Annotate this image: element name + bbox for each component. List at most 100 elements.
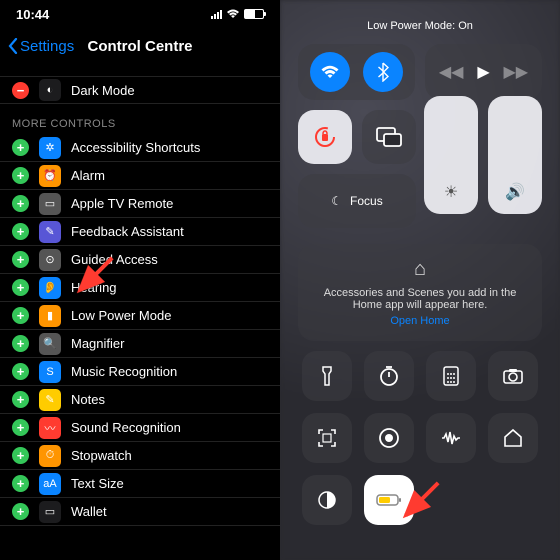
battery-icon: [244, 9, 264, 19]
more-row[interactable]: + ▭ Apple TV Remote: [0, 190, 280, 218]
row-label: Text Size: [71, 476, 124, 491]
home-link[interactable]: Open Home: [314, 315, 526, 327]
screen-record-tile[interactable]: [364, 413, 414, 463]
status-time: 10:44: [16, 7, 49, 22]
chevron-left-icon: [8, 38, 18, 54]
more-row[interactable]: + ⏱ Stopwatch: [0, 442, 280, 470]
wifi-icon: [226, 9, 240, 19]
more-controls-list: + ✲ Accessibility Shortcuts + ⏰ Alarm + ▭ Apple …: [0, 134, 280, 526]
sound-recognition-tile[interactable]: [426, 413, 476, 463]
app-icon: 🔍: [39, 333, 61, 355]
more-row[interactable]: + ▭ Wallet: [0, 498, 280, 526]
app-icon: ✲: [39, 137, 61, 159]
signal-icon: [211, 10, 222, 19]
row-label: Magnifier: [71, 336, 124, 351]
rewind-icon[interactable]: ◀◀: [439, 62, 464, 82]
more-row[interactable]: + ✎ Notes: [0, 386, 280, 414]
timer-tile[interactable]: [364, 351, 414, 401]
more-row[interactable]: + ⏰ Alarm: [0, 162, 280, 190]
home-msg: Accessories and Scenes you add in the Ho…: [314, 287, 526, 311]
add-icon[interactable]: +: [12, 447, 29, 464]
app-icon: ⊙: [39, 249, 61, 271]
control-centre-panel: Low Power Mode: On ◀◀ ▶ ▶▶ ☀ 🔊 ☾ Focus: [280, 0, 560, 560]
row-label: Sound Recognition: [71, 420, 181, 435]
section-header: More Controls: [0, 104, 280, 134]
more-row[interactable]: + 🔍 Magnifier: [0, 330, 280, 358]
app-icon: ✎: [39, 389, 61, 411]
rotation-lock-tile[interactable]: [298, 110, 352, 164]
app-icon: 〰: [39, 417, 61, 439]
row-label: Accessibility Shortcuts: [71, 140, 200, 155]
add-icon[interactable]: +: [12, 251, 29, 268]
qr-tile[interactable]: [302, 413, 352, 463]
row-label: Wallet: [71, 504, 107, 519]
camera-tile[interactable]: [488, 351, 538, 401]
row-label: Feedback Assistant: [71, 224, 184, 239]
add-icon[interactable]: +: [12, 363, 29, 380]
settings-panel: 10:44 Settings Control Centre − ◐ Dark M…: [0, 0, 280, 560]
add-icon[interactable]: +: [12, 419, 29, 436]
row-label: Stopwatch: [71, 448, 132, 463]
brightness-slider[interactable]: ☀: [424, 96, 478, 214]
row-label: Dark Mode: [71, 83, 135, 98]
volume-slider[interactable]: 🔊: [488, 96, 542, 214]
add-icon[interactable]: +: [12, 475, 29, 492]
more-row[interactable]: + ✎ Feedback Assistant: [0, 218, 280, 246]
add-icon[interactable]: +: [12, 503, 29, 520]
included-row[interactable]: − ◐ Dark Mode: [0, 76, 280, 104]
more-row[interactable]: +▮Low Power Mode: [0, 302, 280, 330]
toast: Low Power Mode: On: [298, 20, 542, 32]
row-label: Alarm: [71, 168, 105, 183]
status-bar: 10:44: [0, 0, 280, 28]
darkmode-icon: ◐: [39, 79, 61, 101]
more-row[interactable]: + aA Text Size: [0, 470, 280, 498]
darkmode-tile[interactable]: [302, 475, 352, 525]
screen-mirror-tile[interactable]: [362, 110, 416, 164]
more-row[interactable]: +👂Hearing: [0, 274, 280, 302]
flashlight-tile[interactable]: [302, 351, 352, 401]
focus-tile[interactable]: ☾ Focus: [298, 174, 416, 228]
more-row[interactable]: + 〰 Sound Recognition: [0, 414, 280, 442]
row-label: Notes: [71, 392, 105, 407]
add-icon[interactable]: +: [12, 391, 29, 408]
app-icon: 👂: [39, 277, 61, 299]
more-row[interactable]: + S Music Recognition: [0, 358, 280, 386]
app-icon: S: [39, 361, 61, 383]
media-tile[interactable]: ◀◀ ▶ ▶▶: [425, 44, 542, 100]
bluetooth-toggle[interactable]: [363, 52, 403, 92]
add-icon[interactable]: +: [12, 307, 29, 324]
add-icon[interactable]: +: [12, 139, 29, 156]
row-label: Music Recognition: [71, 364, 177, 379]
app-icon: ▭: [39, 501, 61, 523]
row-label: Apple TV Remote: [71, 196, 173, 211]
calculator-tile[interactable]: [426, 351, 476, 401]
app-icon: ⏰: [39, 165, 61, 187]
add-icon[interactable]: +: [12, 335, 29, 352]
app-icon: ▭: [39, 193, 61, 215]
nav-bar: Settings Control Centre: [0, 28, 280, 64]
more-row[interactable]: + ✲ Accessibility Shortcuts: [0, 134, 280, 162]
moon-icon: ☾: [331, 194, 342, 208]
app-icon: aA: [39, 473, 61, 495]
home-card[interactable]: ⌂ Accessories and Scenes you add in the …: [298, 244, 542, 341]
connectivity-tile[interactable]: [298, 44, 415, 100]
more-row[interactable]: +⊙Guided Access: [0, 246, 280, 274]
home-icon: ⌂: [314, 258, 526, 281]
back-label: Settings: [20, 38, 74, 55]
focus-label: Focus: [350, 194, 383, 208]
forward-icon[interactable]: ▶▶: [504, 62, 529, 82]
home-tile[interactable]: [488, 413, 538, 463]
add-icon[interactable]: +: [12, 279, 29, 296]
page-title: Control Centre: [88, 38, 193, 55]
remove-icon[interactable]: −: [12, 82, 29, 99]
wifi-toggle[interactable]: [310, 52, 350, 92]
row-label: Low Power Mode: [71, 308, 171, 323]
add-icon[interactable]: +: [12, 223, 29, 240]
app-icon: ✎: [39, 221, 61, 243]
add-icon[interactable]: +: [12, 195, 29, 212]
status-icons: [211, 9, 264, 19]
add-icon[interactable]: +: [12, 167, 29, 184]
back-button[interactable]: Settings: [8, 38, 74, 55]
app-icon: ⏱: [39, 445, 61, 467]
play-icon[interactable]: ▶: [477, 62, 489, 82]
